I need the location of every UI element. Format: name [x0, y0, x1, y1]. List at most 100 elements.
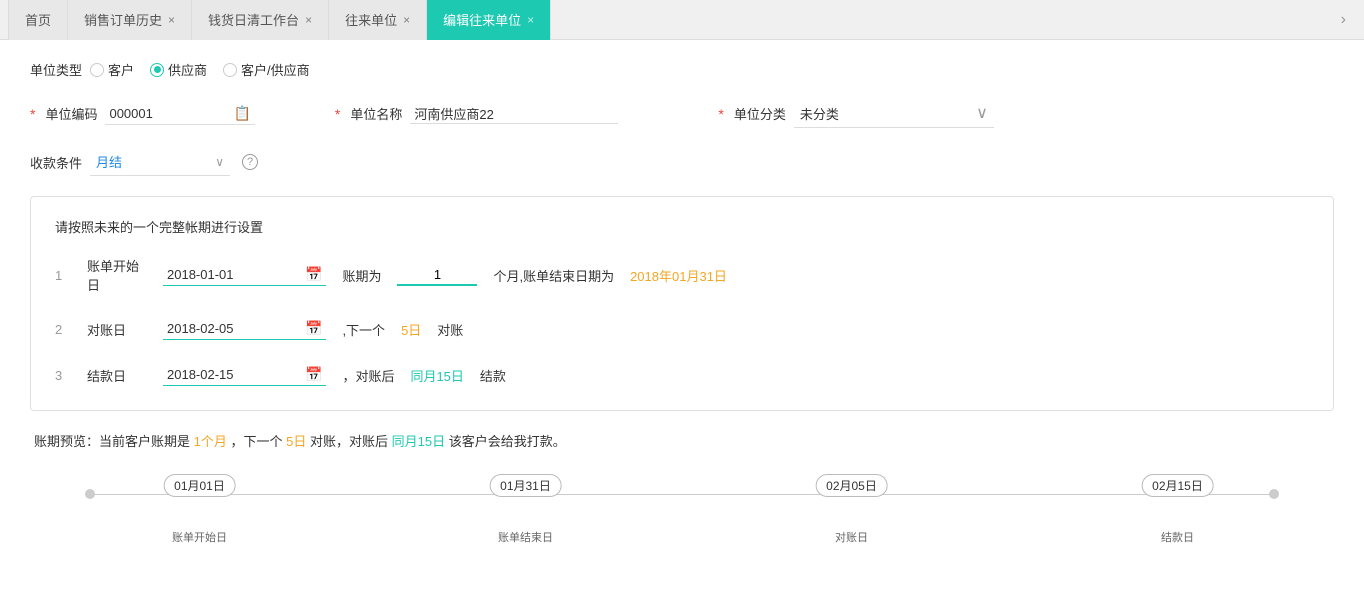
period-reconcile-suffix: 对账 — [437, 320, 463, 339]
radio-customer-supplier[interactable]: 客户/供应商 — [223, 60, 310, 79]
preview-label: 账期预览：当前客户账期是 — [34, 434, 190, 449]
tab-partner[interactable]: 往来单位 × — [329, 0, 427, 40]
preview-same-month: 同月15日 — [392, 434, 445, 449]
payment-terms-chevron: ∨ — [215, 155, 224, 169]
timeline-start-dot — [85, 489, 95, 499]
unit-code-star: * — [30, 106, 35, 122]
unit-type-label: 单位类型 — [30, 60, 82, 79]
period-reconcile-input-group: 📅 — [163, 318, 326, 340]
unit-type-group: 单位类型 客户 供应商 客户/供应商 — [30, 60, 310, 79]
timeline-container: 01月01日 账单开始日 01月31日 账单结束日 02月05日 对账日 02月… — [30, 474, 1334, 554]
tab-partner-close[interactable]: × — [403, 13, 410, 27]
page-content: 单位类型 客户 供应商 客户/供应商 * 单位编码 — [0, 40, 1364, 608]
tab-cash-label: 钱货日清工作台 — [208, 10, 299, 29]
unit-info-row: * 单位编码 📋 * 单位名称 * 单位分类 未分类 ∨ — [30, 99, 1334, 128]
tab-cash-close[interactable]: × — [305, 13, 312, 27]
tab-cash-work[interactable]: 钱货日清工作台 × — [192, 0, 329, 40]
period-suffix-label: 账期为 — [342, 266, 381, 285]
period-payment-suffix: 结款 — [480, 366, 506, 385]
timeline-point-1: 01月01日 账单开始日 — [163, 474, 236, 545]
period-payment-date-input[interactable] — [167, 367, 297, 382]
tl-label-2: 账单结束日 — [498, 529, 553, 545]
period-row-1: 1 账单开始日 📅 账期为 个月,账单结束日期为 2018年01月31日 — [55, 256, 1309, 294]
timeline-line — [90, 494, 1274, 495]
period-reconcile-calendar-icon[interactable]: 📅 — [305, 320, 322, 337]
radio-cs-circle — [223, 63, 237, 77]
tab-sales-label: 销售订单历史 — [84, 10, 162, 29]
radio-cs-label: 客户/供应商 — [241, 60, 310, 79]
timeline-point-2: 01月31日 账单结束日 — [489, 474, 562, 545]
unit-name-label: 单位名称 — [350, 104, 402, 123]
preview-part2-prefix: ，下一个 — [231, 434, 283, 449]
radio-supplier-label: 供应商 — [168, 60, 207, 79]
unit-category-group: * 单位分类 未分类 ∨ — [718, 99, 993, 128]
tab-edit-close[interactable]: × — [527, 13, 534, 27]
unit-category-select[interactable]: 未分类 ∨ — [794, 99, 994, 128]
preview-day-highlight: 5日 — [286, 434, 306, 449]
tl-label-1: 账单开始日 — [172, 529, 227, 545]
unit-code-group: * 单位编码 📋 — [30, 103, 255, 125]
tab-more-button[interactable]: › — [1331, 11, 1356, 29]
unit-category-chevron: ∨ — [976, 103, 988, 123]
period-start-label: 账单开始日 — [87, 256, 147, 294]
period-month-unit: 个月,账单结束日期为 — [493, 266, 614, 285]
period-row-3: 3 结款日 📅 ，对账后 同月15日 结款 — [55, 364, 1309, 386]
payment-terms-help-icon[interactable]: ? — [242, 154, 258, 170]
tab-edit-partner[interactable]: 编辑往来单位 × — [427, 0, 551, 40]
unit-category-label: 单位分类 — [734, 104, 786, 123]
tl-badge-3: 02月05日 — [815, 474, 888, 497]
period-payment-calendar-icon[interactable]: 📅 — [305, 366, 322, 383]
period-row-2: 2 对账日 📅 ,下一个 5日 对账 — [55, 318, 1309, 340]
tl-badge-1: 01月01日 — [163, 474, 236, 497]
period-box: 请按照未来的一个完整帐期进行设置 1 账单开始日 📅 账期为 个月,账单结束日期… — [30, 196, 1334, 411]
timeline-point-3: 02月05日 对账日 — [815, 474, 888, 545]
preview-months: 1个月 — [194, 434, 227, 449]
period-title: 请按照未来的一个完整帐期进行设置 — [55, 217, 1309, 236]
period-payment-input-group: 📅 — [163, 364, 326, 386]
period-month-input[interactable] — [397, 265, 477, 286]
preview-section: 账期预览：当前客户账期是 1个月 ，下一个 5日 对账，对账后 同月15日 该客… — [30, 431, 1334, 450]
unit-name-input[interactable] — [414, 106, 614, 121]
tab-sales-close[interactable]: × — [168, 13, 175, 27]
tl-badge-2: 01月31日 — [489, 474, 562, 497]
step-2-num: 2 — [55, 322, 71, 337]
period-start-date-input[interactable] — [167, 267, 297, 282]
period-start-calendar-icon[interactable]: 📅 — [305, 266, 322, 283]
tab-sales-history[interactable]: 销售订单历史 × — [68, 0, 192, 40]
radio-supplier[interactable]: 供应商 — [150, 60, 207, 79]
payment-terms-select[interactable]: 月结 ∨ — [90, 148, 230, 176]
tab-partner-label: 往来单位 — [345, 10, 397, 29]
radio-customer[interactable]: 客户 — [90, 60, 134, 79]
period-payment-desc-prefix: ，对账后 — [342, 366, 394, 385]
period-reconcile-date-input[interactable] — [167, 321, 297, 336]
period-reconcile-label: 对账日 — [87, 320, 147, 339]
period-end-date-highlight: 2018年01月31日 — [630, 266, 727, 285]
unit-type-row: 单位类型 客户 供应商 客户/供应商 — [30, 60, 1334, 79]
unit-code-input-wrap: 📋 — [105, 103, 254, 125]
unit-category-star: * — [718, 106, 723, 122]
payment-terms-row: 收款条件 月结 ∨ ? — [30, 148, 1334, 176]
radio-group: 客户 供应商 客户/供应商 — [90, 60, 310, 79]
preview-part3-suffix: 该客户会给我打款。 — [449, 434, 566, 449]
unit-code-calendar-icon[interactable]: 📋 — [233, 105, 250, 122]
tab-edit-label: 编辑往来单位 — [443, 10, 521, 29]
period-start-input-group: 📅 — [163, 264, 326, 286]
tl-label-4: 结款日 — [1161, 529, 1194, 545]
step-3-num: 3 — [55, 368, 71, 383]
radio-customer-circle — [90, 63, 104, 77]
radio-supplier-circle — [150, 63, 164, 77]
tab-bar: 首页 销售订单历史 × 钱货日清工作台 × 往来单位 × 编辑往来单位 × › — [0, 0, 1364, 40]
tl-badge-4: 02月15日 — [1141, 474, 1214, 497]
tl-label-3: 对账日 — [835, 529, 868, 545]
timeline-point-4: 02月15日 结款日 — [1141, 474, 1214, 545]
period-payment-label: 结款日 — [87, 366, 147, 385]
preview-part2-suffix: 对账，对账后 — [310, 434, 388, 449]
tab-home[interactable]: 首页 — [8, 0, 68, 40]
step-1-num: 1 — [55, 268, 71, 283]
payment-terms-label: 收款条件 — [30, 153, 82, 172]
unit-code-input[interactable] — [109, 106, 229, 121]
period-reconcile-desc-prefix: ,下一个 — [342, 320, 385, 339]
unit-name-group: * 单位名称 — [335, 104, 618, 124]
payment-terms-value: 月结 — [96, 152, 122, 171]
tab-home-label: 首页 — [25, 10, 51, 29]
